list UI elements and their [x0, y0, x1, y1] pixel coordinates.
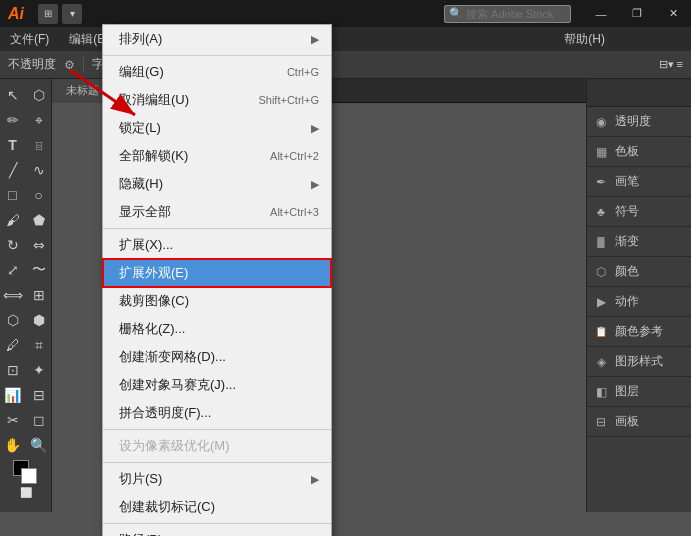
- sep0: [103, 55, 331, 56]
- sep3: [103, 462, 331, 463]
- sep2: [103, 429, 331, 430]
- menu-hide[interactable]: 隐藏(H) ▶: [103, 170, 331, 198]
- menu-group[interactable]: 编组(G) Ctrl+G: [103, 58, 331, 86]
- menu-ungroup[interactable]: 取消编组(U) Shift+Ctrl+G: [103, 86, 331, 114]
- menu-expand-appearance[interactable]: 扩展外观(E): [103, 259, 331, 287]
- menu-crop-marks[interactable]: 创建裁切标记(C): [103, 493, 331, 521]
- object-menu: 排列(A) ▶ 编组(G) Ctrl+G 取消编组(U) Shift+Ctrl+…: [102, 24, 332, 536]
- menu-path[interactable]: 路径(P) ▶: [103, 526, 331, 536]
- menu-arrange[interactable]: 排列(A) ▶: [103, 25, 331, 53]
- menu-mosaic[interactable]: 创建对象马赛克(J)...: [103, 371, 331, 399]
- menu-slice[interactable]: 切片(S) ▶: [103, 465, 331, 493]
- dropdown-overlay: 排列(A) ▶ 编组(G) Ctrl+G 取消编组(U) Shift+Ctrl+…: [0, 0, 691, 536]
- sep4: [103, 523, 331, 524]
- menu-crop-image[interactable]: 裁剪图像(C): [103, 287, 331, 315]
- menu-rasterize[interactable]: 栅格化(Z)...: [103, 315, 331, 343]
- menu-flatten[interactable]: 拼合透明度(F)...: [103, 399, 331, 427]
- menu-show-all[interactable]: 显示全部 Alt+Ctrl+3: [103, 198, 331, 226]
- menu-expand[interactable]: 扩展(X)...: [103, 231, 331, 259]
- menu-gradient-mesh[interactable]: 创建渐变网格(D)...: [103, 343, 331, 371]
- sep1: [103, 228, 331, 229]
- menu-pixel-opt: 设为像素级优化(M): [103, 432, 331, 460]
- menu-unlock-all[interactable]: 全部解锁(K) Alt+Ctrl+2: [103, 142, 331, 170]
- menu-lock[interactable]: 锁定(L) ▶: [103, 114, 331, 142]
